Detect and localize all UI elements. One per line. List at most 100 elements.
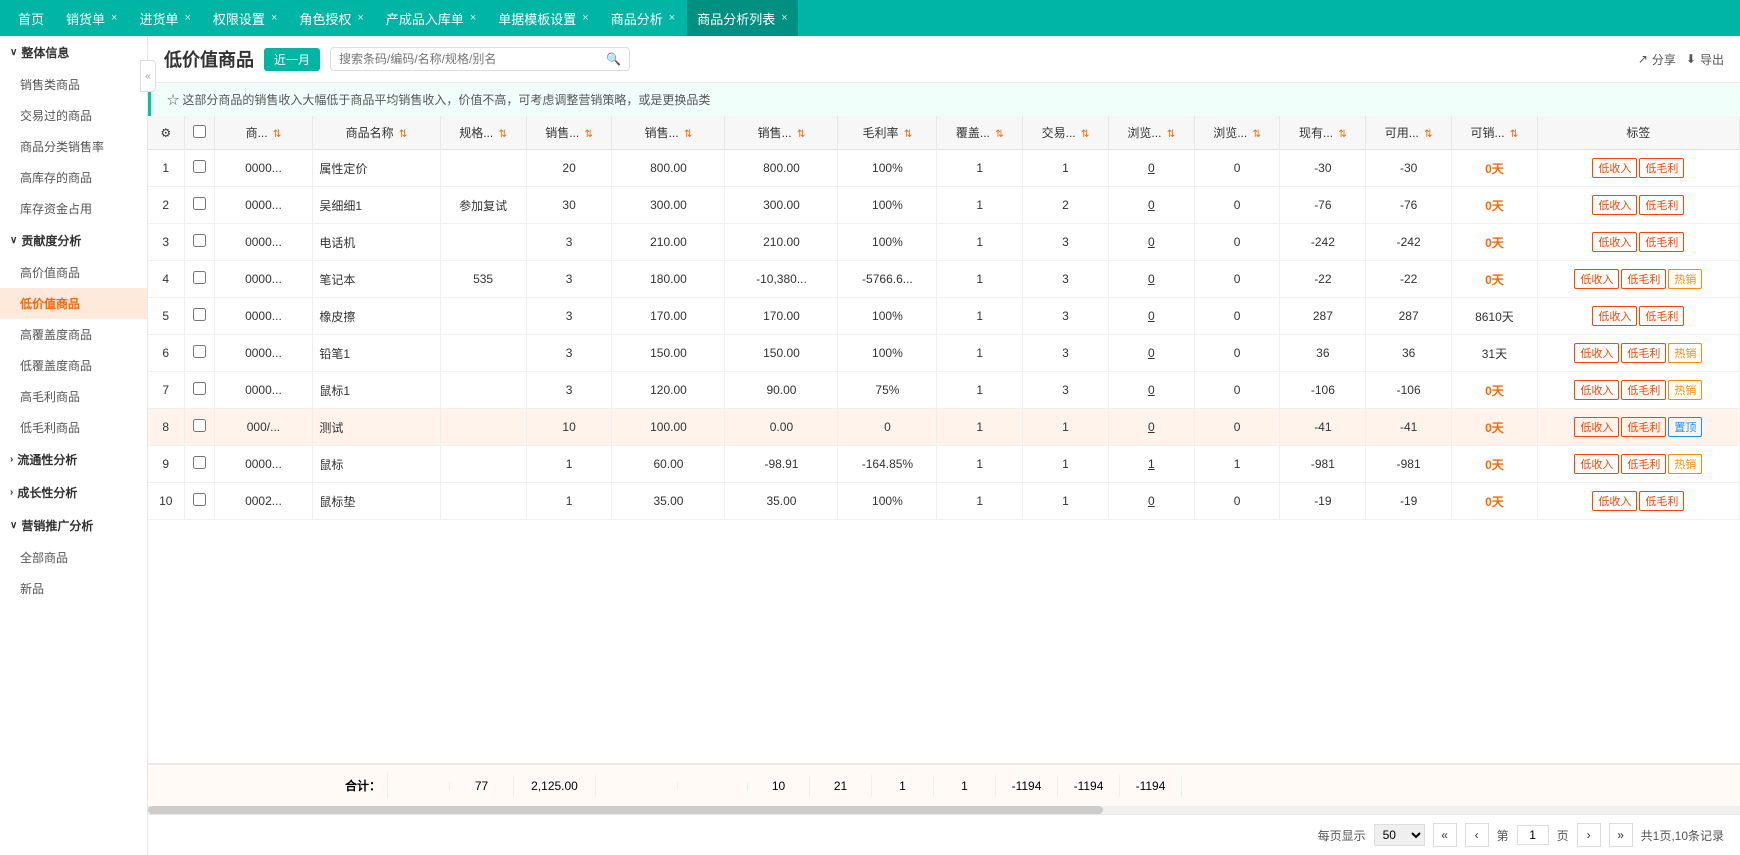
sidebar-group-marketing[interactable]: ∨ 营销推广分析 bbox=[0, 509, 147, 542]
cell-browse1[interactable]: 0 bbox=[1108, 409, 1194, 446]
search-icon[interactable]: 🔍 bbox=[606, 52, 621, 66]
nav-goods-list[interactable]: 商品分析列表 × bbox=[687, 0, 797, 36]
browse1-value[interactable]: 0 bbox=[1148, 494, 1155, 508]
col-browse2[interactable]: 浏览... ⇅ bbox=[1194, 116, 1280, 150]
nav-close-inventory[interactable]: × bbox=[470, 12, 476, 24]
cell-checkbox[interactable] bbox=[184, 224, 214, 261]
cell-checkbox[interactable] bbox=[184, 261, 214, 298]
next-page-button[interactable]: › bbox=[1577, 823, 1601, 847]
col-sale-amt[interactable]: 销售... ⇅ bbox=[612, 116, 725, 150]
browse1-value[interactable]: 0 bbox=[1148, 198, 1155, 212]
row-checkbox[interactable] bbox=[193, 493, 206, 506]
scrollbar-thumb[interactable] bbox=[148, 806, 1103, 814]
nav-close-goods[interactable]: × bbox=[669, 12, 675, 24]
col-checkbox[interactable] bbox=[184, 116, 214, 150]
cell-browse1[interactable]: 0 bbox=[1108, 483, 1194, 520]
sidebar-item-stock-capital[interactable]: 库存资金占用 bbox=[0, 193, 147, 224]
nav-close-goodslist[interactable]: × bbox=[781, 12, 787, 24]
col-sellable[interactable]: 可销... ⇅ bbox=[1452, 116, 1538, 150]
sidebar-item-traded-goods[interactable]: 交易过的商品 bbox=[0, 100, 147, 131]
cell-browse1[interactable]: 0 bbox=[1108, 261, 1194, 298]
browse1-value[interactable]: 0 bbox=[1148, 309, 1155, 323]
row-checkbox[interactable] bbox=[193, 271, 206, 284]
sidebar-group-contribution[interactable]: ∨ 贡献度分析 bbox=[0, 224, 147, 257]
select-all-checkbox[interactable] bbox=[193, 125, 206, 138]
col-code[interactable]: 商... ⇅ bbox=[214, 116, 313, 150]
sidebar-item-high-coverage[interactable]: 高覆盖度商品 bbox=[0, 319, 147, 350]
sidebar-item-all-goods[interactable]: 全部商品 bbox=[0, 542, 147, 573]
cell-checkbox[interactable] bbox=[184, 372, 214, 409]
cell-checkbox[interactable] bbox=[184, 409, 214, 446]
row-checkbox[interactable] bbox=[193, 345, 206, 358]
nav-inventory[interactable]: 产成品入库单 × bbox=[376, 0, 486, 36]
sidebar-item-low-value[interactable]: 低价值商品 bbox=[0, 288, 147, 319]
page-size-select[interactable]: 50 100 bbox=[1374, 824, 1425, 846]
cell-checkbox[interactable] bbox=[184, 446, 214, 483]
col-name[interactable]: 商品名称 ⇅ bbox=[313, 116, 440, 150]
col-spec[interactable]: 规格... ⇅ bbox=[440, 116, 526, 150]
cell-checkbox[interactable] bbox=[184, 150, 214, 187]
nav-perms[interactable]: 权限设置 × bbox=[203, 0, 287, 36]
col-sale-profit[interactable]: 销售... ⇅ bbox=[725, 116, 838, 150]
nav-roles[interactable]: 角色授权 × bbox=[289, 0, 373, 36]
browse1-value[interactable]: 0 bbox=[1148, 272, 1155, 286]
cell-checkbox[interactable] bbox=[184, 335, 214, 372]
sidebar-item-high-value[interactable]: 高价值商品 bbox=[0, 257, 147, 288]
row-checkbox[interactable] bbox=[193, 419, 206, 432]
sidebar-item-low-profit[interactable]: 低毛利商品 bbox=[0, 412, 147, 443]
col-gross-rate[interactable]: 毛利率 ⇅ bbox=[838, 116, 937, 150]
browse1-value[interactable]: 0 bbox=[1148, 235, 1155, 249]
row-checkbox[interactable] bbox=[193, 382, 206, 395]
prev-page-button[interactable]: ‹ bbox=[1465, 823, 1489, 847]
col-browse1[interactable]: 浏览... ⇅ bbox=[1108, 116, 1194, 150]
share-button[interactable]: ↗ 分享 bbox=[1638, 51, 1676, 68]
export-button[interactable]: ⬇ 导出 bbox=[1686, 51, 1724, 68]
col-avail[interactable]: 可用... ⇅ bbox=[1366, 116, 1452, 150]
col-sale-qty[interactable]: 销售... ⇅ bbox=[526, 116, 612, 150]
row-checkbox[interactable] bbox=[193, 197, 206, 210]
nav-goods-analysis[interactable]: 商品分析 × bbox=[601, 0, 685, 36]
nav-home[interactable]: 首页 bbox=[8, 0, 54, 36]
col-stock[interactable]: 现有... ⇅ bbox=[1280, 116, 1366, 150]
row-checkbox[interactable] bbox=[193, 234, 206, 247]
page-number-input[interactable] bbox=[1517, 825, 1549, 845]
cell-browse1[interactable]: 0 bbox=[1108, 187, 1194, 224]
nav-sales[interactable]: 销货单 × bbox=[56, 0, 127, 36]
sidebar-item-high-profit[interactable]: 高毛利商品 bbox=[0, 381, 147, 412]
nav-close-perms[interactable]: × bbox=[271, 12, 277, 24]
col-settings[interactable]: ⚙ bbox=[148, 116, 184, 150]
browse1-value[interactable]: 0 bbox=[1148, 161, 1155, 175]
date-filter-button[interactable]: 近一月 bbox=[264, 48, 320, 71]
browse1-value[interactable]: 0 bbox=[1148, 346, 1155, 360]
sidebar-collapse-button[interactable]: « bbox=[140, 60, 156, 92]
nav-close-sales[interactable]: × bbox=[111, 12, 117, 24]
table-wrapper[interactable]: ⚙ 商... ⇅ 商品名称 ⇅ 规格... ⇅ 销售... ⇅ 销售... ⇅ … bbox=[148, 116, 1740, 763]
row-checkbox[interactable] bbox=[193, 456, 206, 469]
nav-purchase[interactable]: 进货单 × bbox=[129, 0, 200, 36]
browse1-value[interactable]: 1 bbox=[1148, 457, 1155, 471]
cell-checkbox[interactable] bbox=[184, 187, 214, 224]
nav-close-roles[interactable]: × bbox=[357, 12, 363, 24]
cell-browse1[interactable]: 0 bbox=[1108, 335, 1194, 372]
sidebar-item-category-rate[interactable]: 商品分类销售率 bbox=[0, 131, 147, 162]
browse1-value[interactable]: 0 bbox=[1148, 420, 1155, 434]
horizontal-scrollbar[interactable] bbox=[148, 806, 1740, 814]
nav-template[interactable]: 单据模板设置 × bbox=[488, 0, 598, 36]
col-trade[interactable]: 交易... ⇅ bbox=[1023, 116, 1109, 150]
row-checkbox[interactable] bbox=[193, 308, 206, 321]
last-page-button[interactable]: » bbox=[1609, 823, 1633, 847]
sidebar-item-low-coverage[interactable]: 低覆盖度商品 bbox=[0, 350, 147, 381]
cell-checkbox[interactable] bbox=[184, 483, 214, 520]
sidebar-group-growth[interactable]: › 成长性分析 bbox=[0, 476, 147, 509]
cell-browse1[interactable]: 0 bbox=[1108, 298, 1194, 335]
first-page-button[interactable]: « bbox=[1433, 823, 1457, 847]
nav-close-purchase[interactable]: × bbox=[184, 12, 190, 24]
sidebar-group-circulation[interactable]: › 流通性分析 bbox=[0, 443, 147, 476]
sidebar-item-high-stock[interactable]: 高库存的商品 bbox=[0, 162, 147, 193]
cell-browse1[interactable]: 1 bbox=[1108, 446, 1194, 483]
nav-close-template[interactable]: × bbox=[582, 12, 588, 24]
browse1-value[interactable]: 0 bbox=[1148, 383, 1155, 397]
row-checkbox[interactable] bbox=[193, 160, 206, 173]
sidebar-item-sales-goods[interactable]: 销售类商品 bbox=[0, 69, 147, 100]
cell-checkbox[interactable] bbox=[184, 298, 214, 335]
